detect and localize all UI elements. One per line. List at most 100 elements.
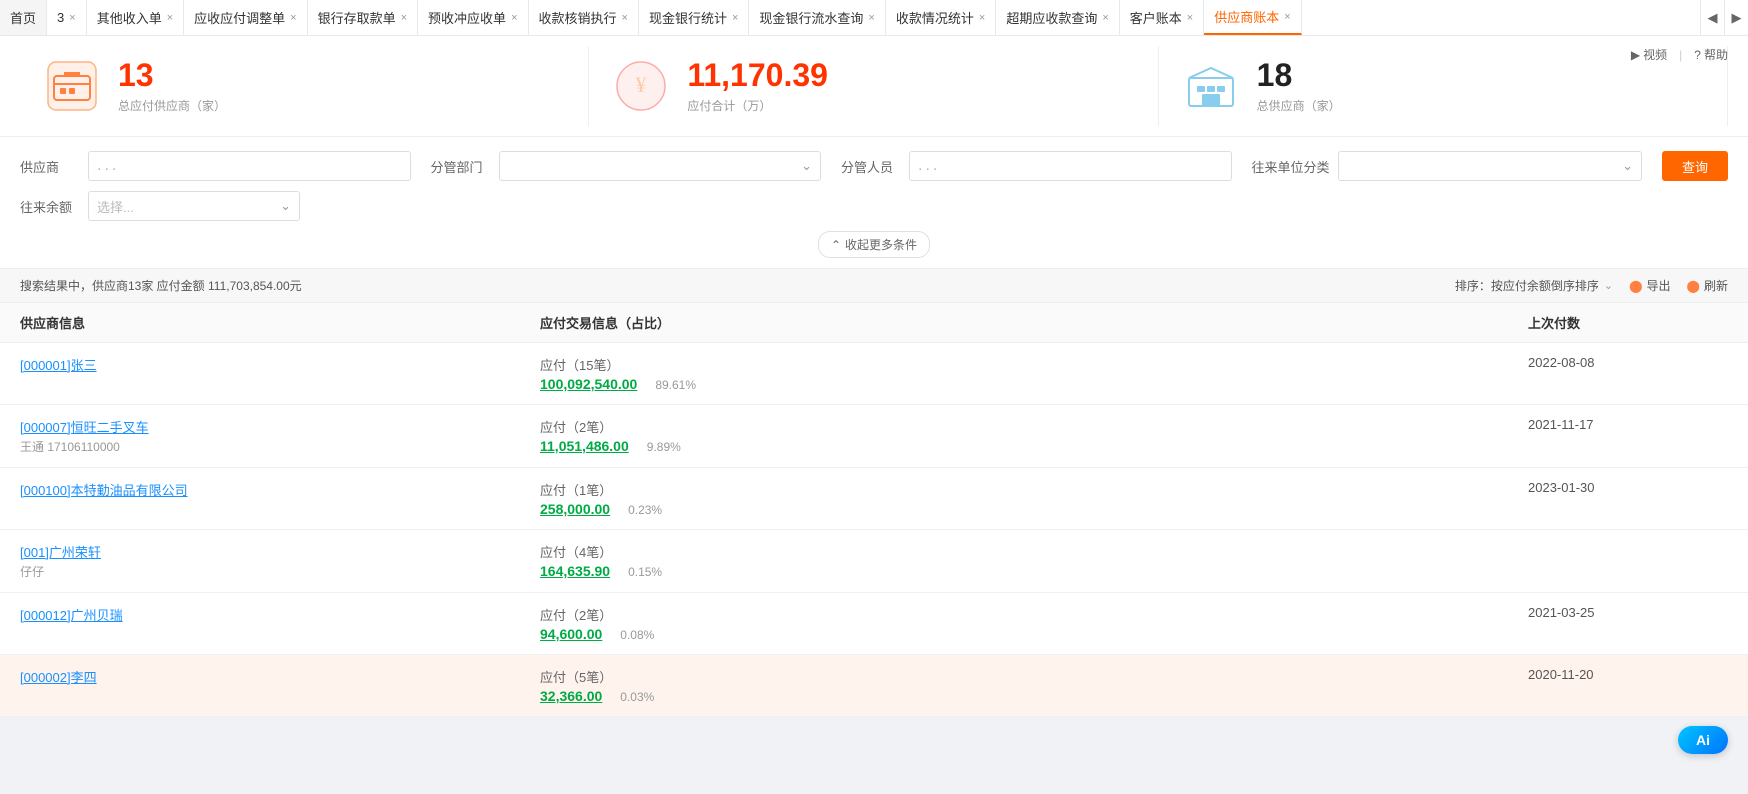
tx-label: 应付（1笔） [540,480,1528,499]
supplier-info-cell: [000100]本特勤油品有限公司 [20,480,540,499]
balance-filter-label: 往来余额 [20,197,80,216]
supplier-info-cell: [000012]广州贝瑞 [20,605,540,624]
supplier-name-link[interactable]: [000001]张三 [20,355,540,374]
col-header-lastpay: 上次付数 [1528,313,1728,332]
total-suppliers-icon [1179,54,1243,118]
person-filter-label: 分管人员 [841,157,901,176]
help-link[interactable]: ? 帮助 [1694,46,1728,63]
supplier-name-link[interactable]: [000002]李四 [20,667,540,686]
last-pay-date: 2020-11-20 [1528,667,1728,682]
nav-item-cash-bank-stat[interactable]: 现金银行统计× [639,0,749,35]
stat-block-payable-suppliers: 13 总应付供应商（家） [20,46,589,126]
close-icon[interactable]: × [290,12,296,24]
export-button[interactable]: ⬤ 导出 [1629,277,1670,294]
nav-item-other-income[interactable]: 其他收入单× [87,0,184,35]
supplier-dots: ... [97,157,119,175]
collapse-icon: ⌃ [831,238,841,252]
ai-button[interactable]: Ai [1678,726,1728,754]
collapse-button[interactable]: ⌃ 收起更多条件 [818,231,930,258]
supplier-filter-label: 供应商 [20,157,80,176]
tx-amount-value[interactable]: 94,600.00 [540,626,602,642]
nav-item-overdue-ar[interactable]: 超期应收款查询× [996,0,1119,35]
balance-select[interactable]: 选择... ⌄ [88,191,300,221]
supplier-name-link[interactable]: [000012]广州贝瑞 [20,605,540,624]
close-icon[interactable]: × [1102,12,1108,24]
result-summary-bar: 搜索结果中，供应商13家 应付金额 111,703,854.00元 排序：按应付… [0,269,1748,303]
header-actions: ▶ 视频 | ? 帮助 [1631,46,1728,63]
tx-label: 应付（4笔） [540,542,1528,561]
tx-amount-value[interactable]: 11,051,486.00 [540,438,629,454]
table-row: [000001]张三应付（15笔）100,092,540.0089.61%202… [0,343,1748,405]
nav-item-pre-collect[interactable]: 预收冲应收单× [418,0,528,35]
transaction-info-cell: 应付（4笔） 164,635.90 0.15% [540,542,1528,579]
total-payable-icon: ¥ [609,54,673,118]
supplier-name-link[interactable]: [000007]恒旺二手叉车 [20,417,540,436]
tx-amount-value[interactable]: 100,092,540.00 [540,376,637,392]
nav-item-bank-deposit[interactable]: 银行存取款单× [308,0,418,35]
supplier-name-link[interactable]: [000100]本特勤油品有限公司 [20,480,540,499]
tx-label: 应付（15笔） [540,355,1528,374]
nav-left-arrow[interactable]: ◀ [1700,0,1724,36]
nav-item-supplier-ledger[interactable]: 供应商账本× [1204,0,1301,35]
top-navigation: 首页3×其他收入单×应收应付调整单×银行存取款单×预收冲应收单×收款核销执行×现… [0,0,1748,36]
tx-amount-value[interactable]: 258,000.00 [540,501,610,517]
suppliers-table: 供应商信息 应付交易信息（占比） 上次付数 [000001]张三应付（15笔）1… [0,303,1748,717]
tx-amount-row: 11,051,486.009.89% [540,436,1528,454]
last-pay-date: 2021-11-17 [1528,417,1728,432]
supplier-info-cell: [000002]李四 [20,667,540,686]
refresh-icon: ⬤ [1687,279,1700,293]
supplier-input[interactable]: ... [88,151,411,181]
person-dots: ... [918,157,940,175]
close-icon[interactable]: × [69,12,75,24]
person-input[interactable]: ... [909,151,1232,181]
nav-item-receipt-verify[interactable]: 收款核销执行× [529,0,639,35]
stats-header: 13 总应付供应商（家） ¥ 11,170.39 应付合计（万） [0,36,1748,137]
nav-item-home[interactable]: 首页 [0,0,47,35]
close-icon[interactable]: × [868,12,874,24]
nav-item-receipt-stat[interactable]: 收款情况统计× [886,0,996,35]
payable-suppliers-label: 总应付供应商（家） [118,97,226,114]
category-select[interactable]: ⌄ [1338,151,1642,181]
nav-right-arrow[interactable]: ▶ [1724,0,1748,36]
nav-item-ar-ap-adjust[interactable]: 应收应付调整单× [184,0,307,35]
supplier-sub-info: 仔仔 [20,563,540,580]
tx-amount-value[interactable]: 164,635.90 [540,563,610,579]
close-icon[interactable]: × [511,12,517,24]
filter-row-1: 供应商 ... 分管部门 ⌄ 分管人员 ... 往来单位分类 ⌄ 查询 [20,151,1728,181]
stat-text-total-suppliers: 18 总供应商（家） [1257,58,1341,114]
col-header-transaction: 应付交易信息（占比） [540,313,1528,332]
nav-item-customer-ledger[interactable]: 客户账本× [1120,0,1204,35]
close-icon[interactable]: × [1284,11,1290,23]
balance-filter: 往来余额 选择... ⌄ [20,191,300,221]
supplier-sub-info: 王通 17106110000 [20,438,540,455]
table-row: [000002]李四应付（5笔）32,366.000.03%2020-11-20 [0,655,1748,717]
stat-text-payable-suppliers: 13 总应付供应商（家） [118,58,226,114]
supplier-filter: 供应商 ... [20,151,411,181]
result-actions: 排序：按应付余额倒序排序 ⌄ ⬤ 导出 ⬤ 刷新 [1455,277,1728,294]
supplier-name-link[interactable]: [001]广州荣轩 [20,542,540,561]
close-icon[interactable]: × [979,12,985,24]
last-pay-date: 2021-03-25 [1528,605,1728,620]
search-button[interactable]: 查询 [1662,151,1728,181]
dept-select[interactable]: ⌄ [499,151,822,181]
close-icon[interactable]: × [732,12,738,24]
nav-item-cash-bank-flow[interactable]: 现金银行流水查询× [749,0,885,35]
close-icon[interactable]: × [167,12,173,24]
video-link[interactable]: ▶ 视频 [1631,46,1667,63]
tx-amount-value[interactable]: 32,366.00 [540,688,602,704]
total-payable-number: 11,170.39 [687,58,828,93]
refresh-button[interactable]: ⬤ 刷新 [1687,277,1728,294]
tx-percentage: 0.15% [628,565,662,579]
close-icon[interactable]: × [1187,12,1193,24]
close-icon[interactable]: × [401,12,407,24]
table-row: [001]广州荣轩仔仔应付（4笔） 164,635.90 0.15% [0,530,1748,593]
sort-control[interactable]: 排序：按应付余额倒序排序 ⌄ [1455,277,1613,294]
total-suppliers-label: 总供应商（家） [1257,97,1341,114]
stat-text-total-payable: 11,170.39 应付合计（万） [687,58,828,114]
ai-label: Ai [1696,732,1710,748]
dept-chevron-icon: ⌄ [801,158,812,174]
nav-item-tab3[interactable]: 3× [47,0,87,35]
table-row: [000012]广州贝瑞应付（2笔）94,600.000.08%2021-03-… [0,593,1748,655]
tx-percentage: 89.61% [655,378,696,392]
close-icon[interactable]: × [622,12,628,24]
